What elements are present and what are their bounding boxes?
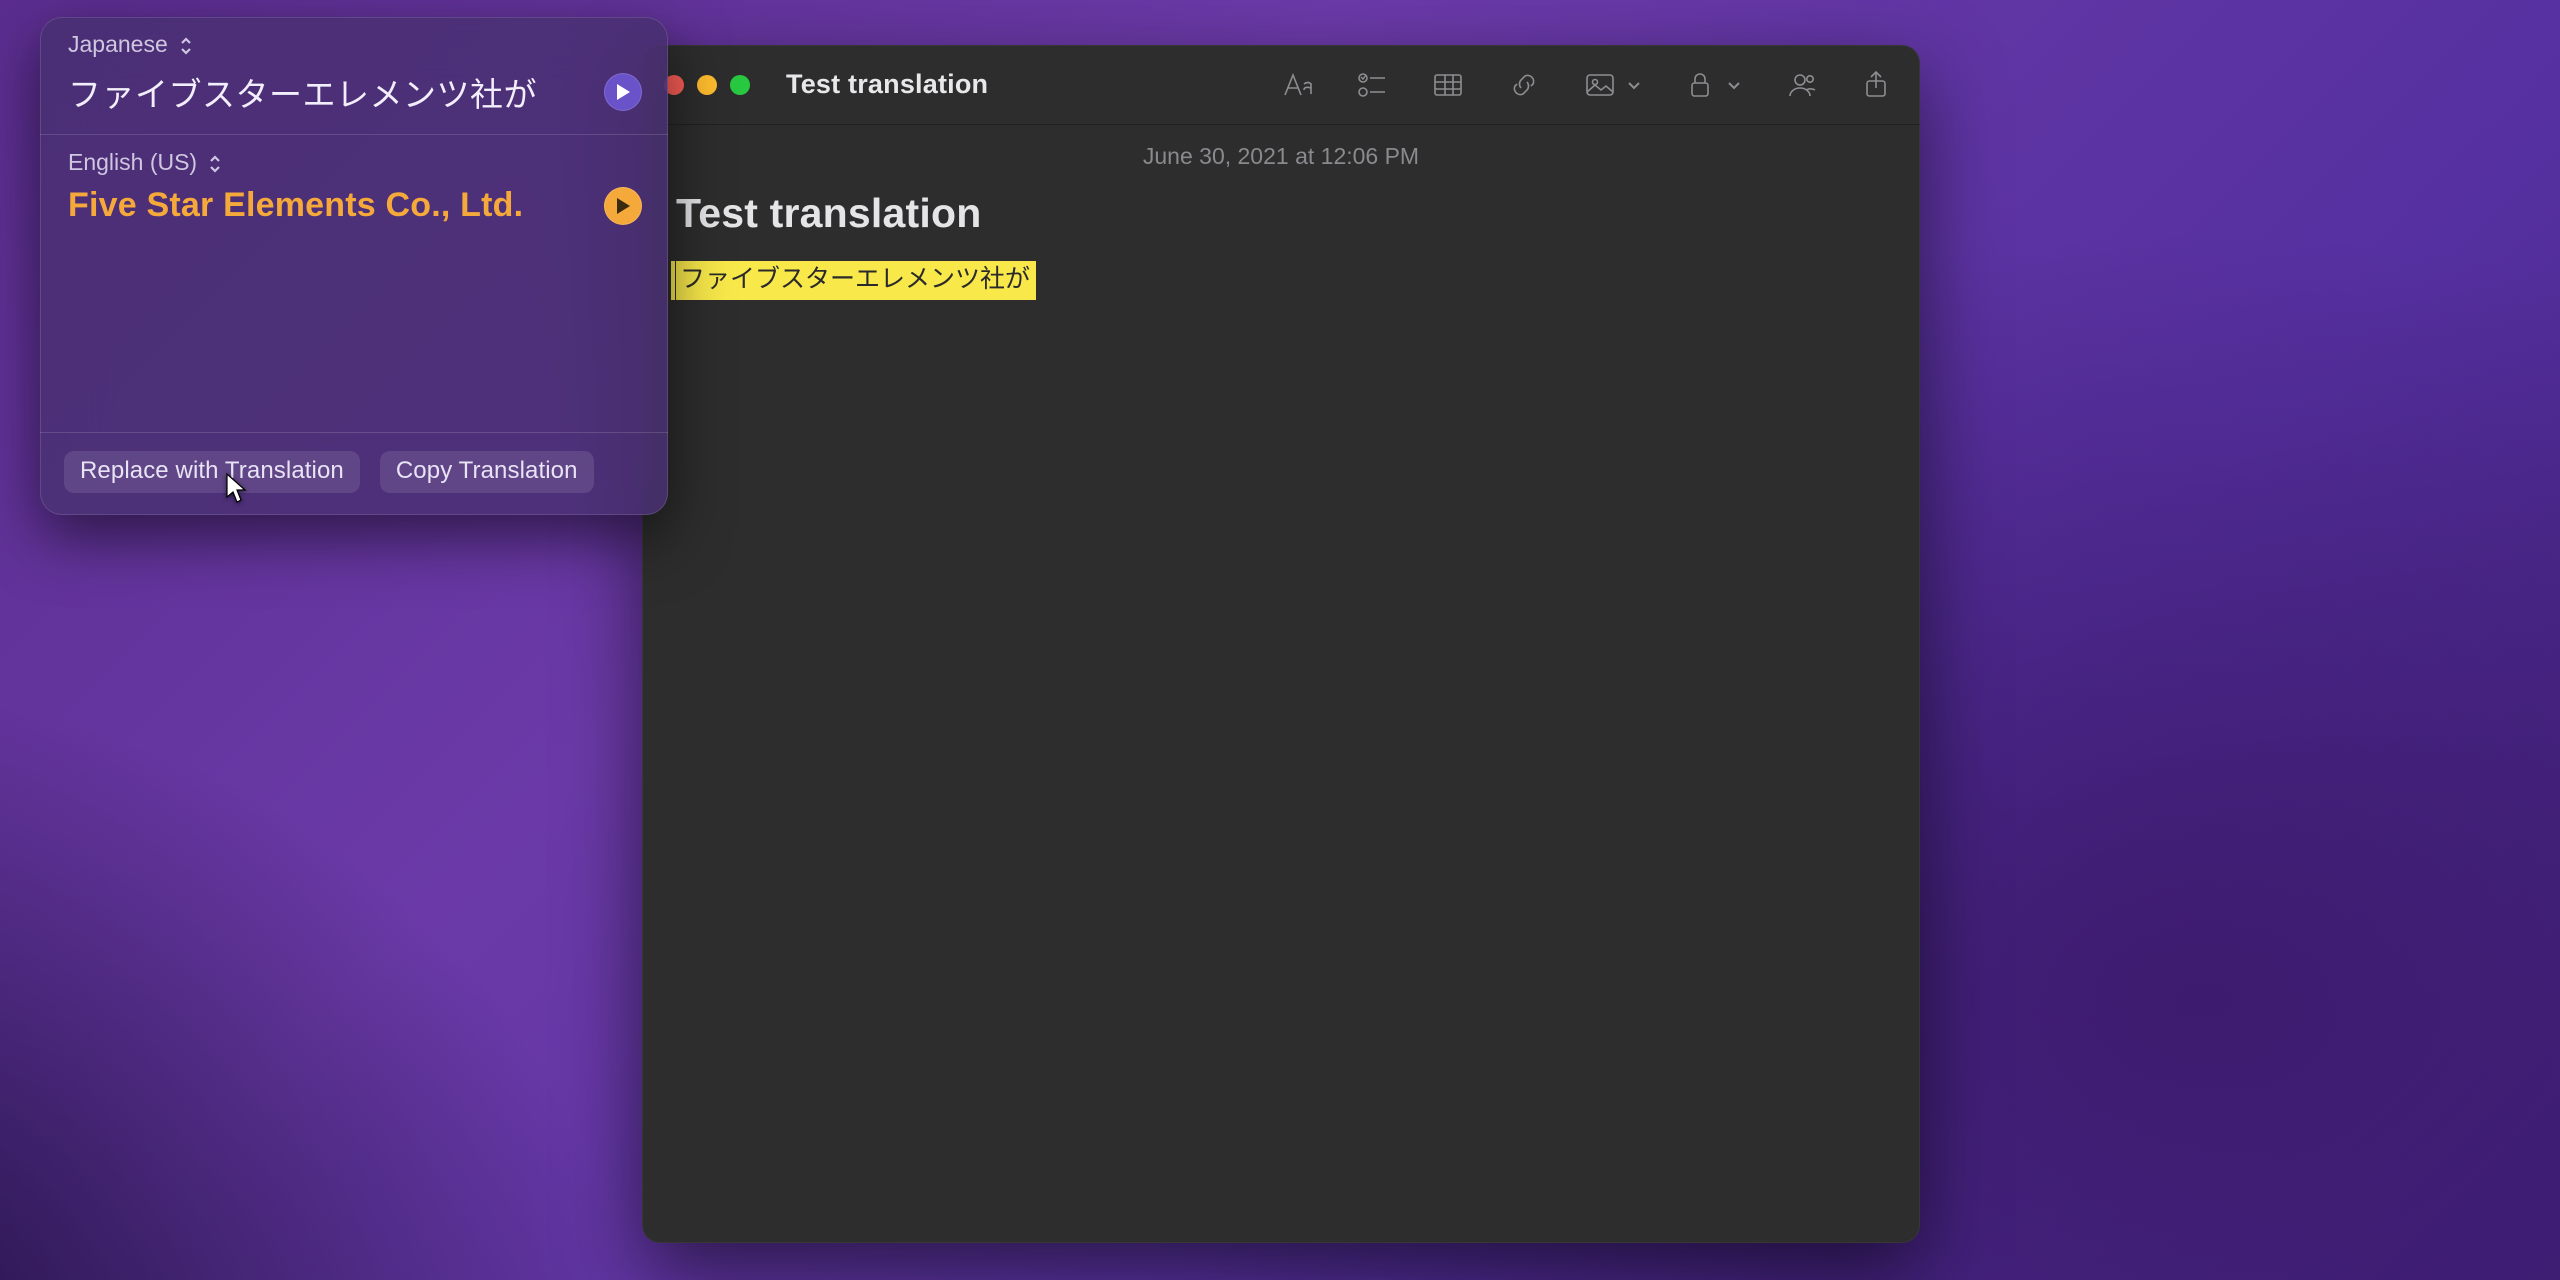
source-text: ファイブスターエレメンツ社が: [68, 68, 537, 116]
chevron-down-icon: [1726, 77, 1742, 93]
minimize-window-button[interactable]: [697, 75, 717, 95]
share-button[interactable]: [1858, 67, 1894, 103]
note-date: June 30, 2021 at 12:06 PM: [676, 143, 1886, 170]
copy-translation-button[interactable]: Copy Translation: [380, 451, 594, 493]
note-heading: Test translation: [676, 190, 1886, 237]
updown-icon: [178, 35, 194, 55]
source-section: Japanese ファイブスターエレメンツ社が: [40, 17, 668, 135]
play-translation-button[interactable]: [604, 187, 642, 225]
target-language-label: English (US): [68, 149, 197, 176]
titlebar: Test translation: [642, 45, 1920, 125]
translation-popover: Japanese ファイブスターエレメンツ社が English (US) Fiv…: [40, 17, 668, 515]
replace-with-translation-button[interactable]: Replace with Translation: [64, 451, 360, 493]
link-button[interactable]: [1506, 67, 1542, 103]
target-section: English (US) Five Star Elements Co., Ltd…: [40, 135, 668, 243]
selected-text[interactable]: ファイブスターエレメンツ社が: [676, 261, 1036, 300]
chevron-down-icon: [1626, 77, 1642, 93]
translated-text: Five Star Elements Co., Ltd.: [68, 186, 523, 225]
mouse-cursor: [226, 473, 248, 505]
source-language-label: Japanese: [68, 31, 168, 58]
format-text-button[interactable]: [1278, 67, 1314, 103]
note-body[interactable]: June 30, 2021 at 12:06 PM Test translati…: [642, 125, 1920, 1243]
zoom-window-button[interactable]: [730, 75, 750, 95]
popover-footer: Replace with Translation Copy Translatio…: [40, 432, 668, 515]
text-caret: [671, 261, 675, 300]
selected-text-content: ファイブスターエレメンツ社が: [680, 265, 1030, 293]
play-source-button[interactable]: [604, 73, 642, 111]
window-controls: [664, 75, 750, 95]
collaborate-button[interactable]: [1782, 67, 1818, 103]
lock-button[interactable]: [1682, 67, 1742, 103]
source-language-selector[interactable]: Japanese: [68, 31, 642, 58]
notes-window: Test translation: [642, 45, 1920, 1243]
checklist-button[interactable]: [1354, 67, 1390, 103]
table-button[interactable]: [1430, 67, 1466, 103]
toolbar: [1278, 67, 1894, 103]
media-button[interactable]: [1582, 67, 1642, 103]
updown-icon: [207, 153, 223, 173]
target-language-selector[interactable]: English (US): [68, 149, 642, 176]
window-title: Test translation: [786, 69, 988, 100]
